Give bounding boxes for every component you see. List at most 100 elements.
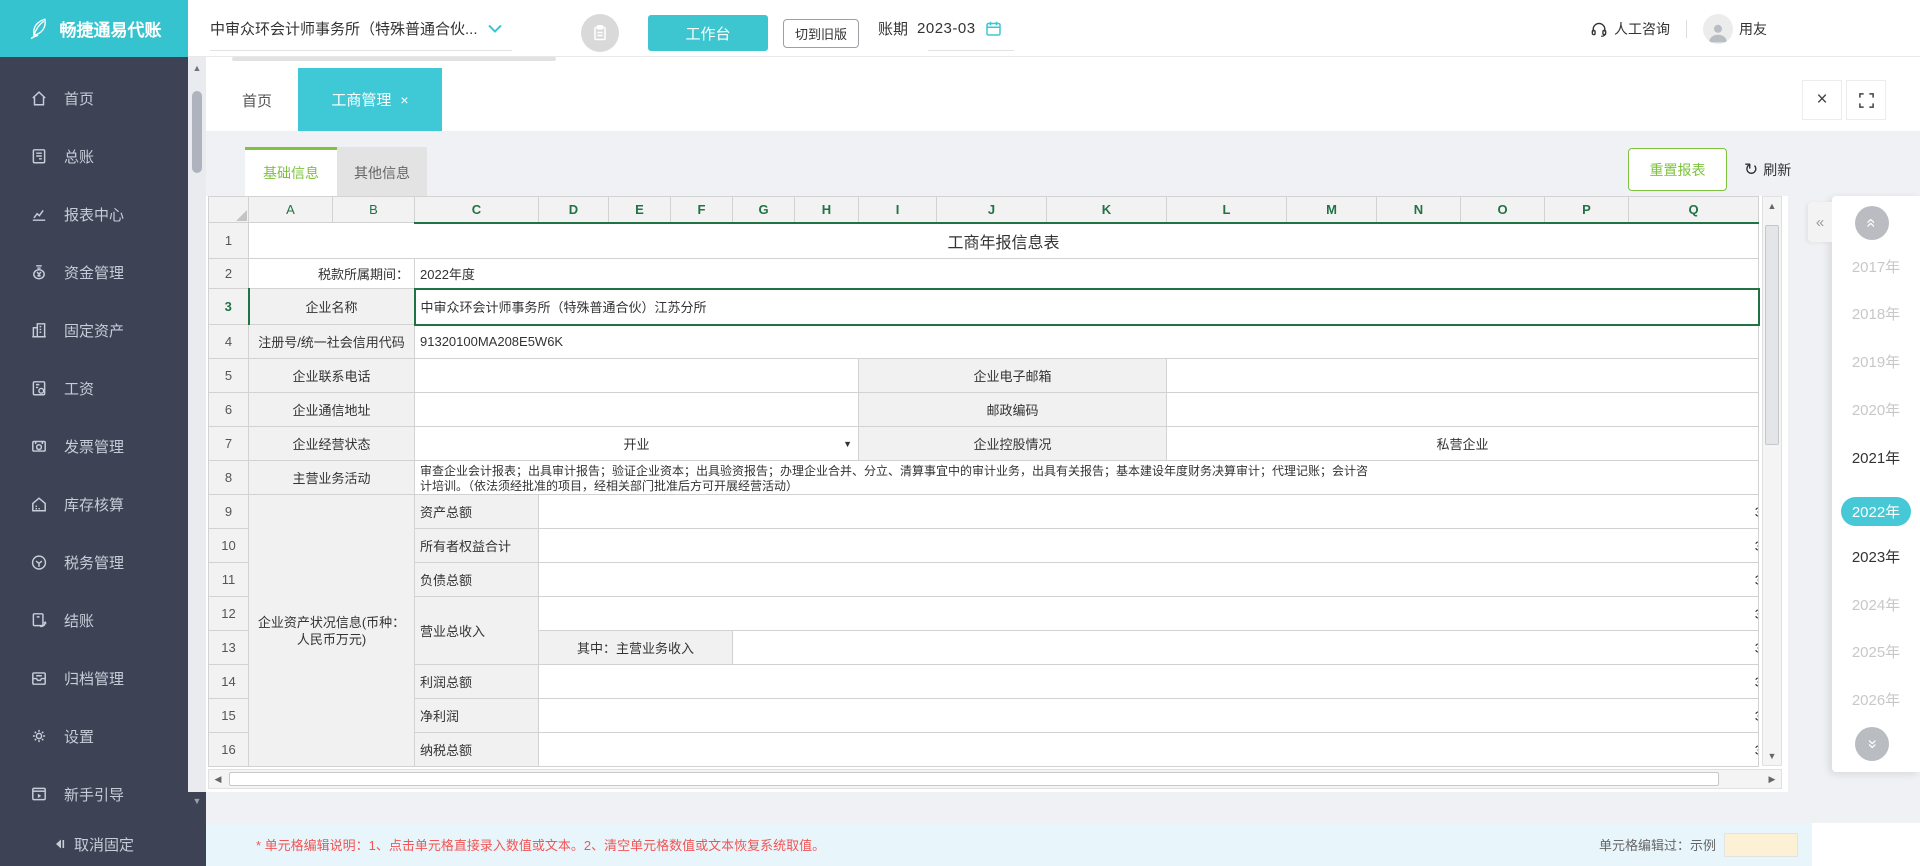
column-header-K[interactable]: K: [1046, 196, 1167, 224]
column-header-I[interactable]: I: [858, 196, 937, 224]
cell-profit-value[interactable]: 3: [538, 664, 1759, 699]
support-label[interactable]: 人工咨询: [1614, 19, 1670, 39]
cell-liabilities-value[interactable]: 3: [538, 562, 1759, 597]
sidebar-item-inventory[interactable]: 库存核算: [0, 475, 188, 533]
year-item-2019[interactable]: 2019年: [1832, 348, 1920, 378]
row-header-10[interactable]: 10: [208, 528, 249, 563]
sidebar-item-invoice[interactable]: 发票管理: [0, 417, 188, 475]
headset-icon[interactable]: [1590, 20, 1608, 38]
cell-postcode-value[interactable]: [1166, 392, 1759, 427]
chevron-down-icon[interactable]: [487, 24, 502, 33]
sidebar-scroll-up-icon[interactable]: ▲: [188, 63, 206, 73]
sidebar-item-payroll[interactable]: 工资: [0, 359, 188, 417]
cell-regno-value[interactable]: 91320100MA208E5W6K: [414, 324, 1759, 359]
vertical-scrollbar-thumb[interactable]: [1765, 225, 1779, 445]
row-header-2[interactable]: 2: [208, 258, 249, 289]
cell-email-value[interactable]: [1166, 358, 1759, 393]
cell-address-value[interactable]: [414, 392, 859, 427]
sheet-title-cell[interactable]: 工商年报信息表: [248, 222, 1759, 259]
scroll-down-icon[interactable]: ▼: [1763, 747, 1781, 765]
calendar-icon[interactable]: [985, 20, 1002, 37]
year-item-2017[interactable]: 2017年: [1832, 253, 1920, 283]
cell-holding-value[interactable]: 私营企业: [1166, 426, 1759, 461]
row-header-5[interactable]: 5: [208, 358, 249, 393]
cell-revenue-value[interactable]: 3: [538, 596, 1759, 631]
column-header-P[interactable]: P: [1544, 196, 1629, 224]
row-header-9[interactable]: 9: [208, 494, 249, 529]
cell-equity-value[interactable]: 3: [538, 528, 1759, 563]
fullscreen-icon[interactable]: [1846, 80, 1886, 120]
year-item-2023[interactable]: 2023年: [1832, 543, 1920, 573]
clipboard-icon[interactable]: [581, 14, 619, 52]
row-header-13[interactable]: 13: [208, 630, 249, 665]
row-header-8[interactable]: 8: [208, 460, 249, 495]
cell-tax-total-value[interactable]: 3: [538, 732, 1759, 767]
sidebar-scroll-down-icon[interactable]: ▼: [188, 796, 206, 806]
column-header-N[interactable]: N: [1376, 196, 1461, 224]
column-header-H[interactable]: H: [794, 196, 859, 224]
year-item-2025[interactable]: 2025年: [1832, 638, 1920, 668]
cell-status-value[interactable]: 开业 ▼: [414, 426, 859, 461]
sidebar-item-guide[interactable]: 新手引导: [0, 765, 188, 823]
refresh-button[interactable]: ↻ 刷新: [1744, 148, 1791, 191]
year-item-2024[interactable]: 2024年: [1832, 591, 1920, 621]
avatar[interactable]: [1703, 13, 1733, 44]
year-item-2026[interactable]: 2026年: [1832, 686, 1920, 716]
years-scroll-up-icon[interactable]: «: [1855, 206, 1889, 240]
year-item-2018[interactable]: 2018年: [1832, 300, 1920, 330]
sidebar-scrollbar-bottom[interactable]: ▼: [188, 792, 206, 866]
year-item-2021[interactable]: 2021年: [1832, 444, 1920, 474]
unpin-sidebar-button[interactable]: 取消固定: [0, 826, 188, 862]
column-header-A[interactable]: A: [248, 196, 333, 223]
cell-period-label[interactable]: 税款所属期间：: [248, 258, 415, 289]
row-header-1[interactable]: 1: [208, 222, 249, 259]
column-header-E[interactable]: E: [608, 196, 671, 224]
sheet-horizontal-scrollbar[interactable]: ◀ ▶: [208, 769, 1782, 789]
sidebar-item-general-ledger[interactable]: 总账: [0, 127, 188, 185]
reset-report-button[interactable]: 重置报表: [1628, 148, 1727, 191]
row-header-15[interactable]: 15: [208, 698, 249, 733]
column-header-F[interactable]: F: [670, 196, 733, 224]
year-item-2020[interactable]: 2020年: [1832, 396, 1920, 426]
cell-name-value[interactable]: 中审众环会计师事务所（特殊普通合伙）江苏分所: [413, 287, 1760, 326]
column-header-O[interactable]: O: [1460, 196, 1545, 224]
sidebar-item-fixed-assets[interactable]: 固定资产: [0, 301, 188, 359]
sidebar-item-home[interactable]: 首页: [0, 69, 188, 127]
tab-business-admin[interactable]: 工商管理 ×: [298, 68, 442, 131]
tab-home[interactable]: 首页: [216, 69, 298, 131]
sidebar-scrollbar-thumb[interactable]: [192, 91, 202, 173]
years-scroll-down-icon[interactable]: «: [1855, 727, 1889, 761]
year-panel-collapse-icon[interactable]: «: [1808, 202, 1832, 242]
row-header-14[interactable]: 14: [208, 664, 249, 699]
subtab-basic-info[interactable]: 基础信息: [245, 147, 337, 196]
close-icon[interactable]: ×: [1802, 80, 1842, 120]
row-header-3[interactable]: 3: [208, 288, 250, 325]
period-value[interactable]: 2023-03: [917, 20, 976, 37]
scroll-up-icon[interactable]: ▲: [1763, 197, 1781, 215]
row-header-4[interactable]: 4: [208, 324, 249, 359]
cell-period-value[interactable]: 2022年度: [414, 258, 1759, 289]
horizontal-scrollbar-thumb[interactable]: [229, 772, 1719, 786]
workbench-button[interactable]: 工作台: [648, 15, 768, 51]
column-header-J[interactable]: J: [936, 196, 1047, 224]
sidebar-item-report-center[interactable]: 报表中心: [0, 185, 188, 243]
switch-old-version-button[interactable]: 切到旧版: [783, 19, 859, 48]
cell-assets-total-value[interactable]: 3: [538, 494, 1759, 529]
column-header-Q[interactable]: Q: [1628, 196, 1759, 224]
row-header-12[interactable]: 12: [208, 596, 249, 631]
company-selector[interactable]: 中审众环会计师事务所（特殊普通合伙...: [210, 0, 502, 57]
year-item-2022-selected[interactable]: 2022年: [1832, 497, 1920, 526]
cell-business-value[interactable]: 审查企业会计报表；出具审计报告；验证企业资本；出具验资报告；办理企业合并、分立、…: [414, 460, 1759, 495]
sheet-corner-cell[interactable]: [208, 196, 249, 223]
row-header-11[interactable]: 11: [208, 562, 249, 597]
column-header-M[interactable]: M: [1286, 196, 1377, 224]
scroll-right-icon[interactable]: ▶: [1763, 770, 1781, 788]
scroll-left-icon[interactable]: ◀: [209, 770, 227, 788]
column-header-D[interactable]: D: [538, 196, 609, 224]
column-header-G[interactable]: G: [732, 196, 795, 224]
tab-close-icon[interactable]: ×: [400, 93, 408, 107]
sidebar-item-closing[interactable]: 结账: [0, 591, 188, 649]
sheet-vertical-scrollbar[interactable]: ▲ ▼: [1762, 196, 1782, 766]
company-name[interactable]: 中审众环会计师事务所（特殊普通合伙...: [210, 18, 478, 39]
column-header-C[interactable]: C: [414, 196, 539, 224]
